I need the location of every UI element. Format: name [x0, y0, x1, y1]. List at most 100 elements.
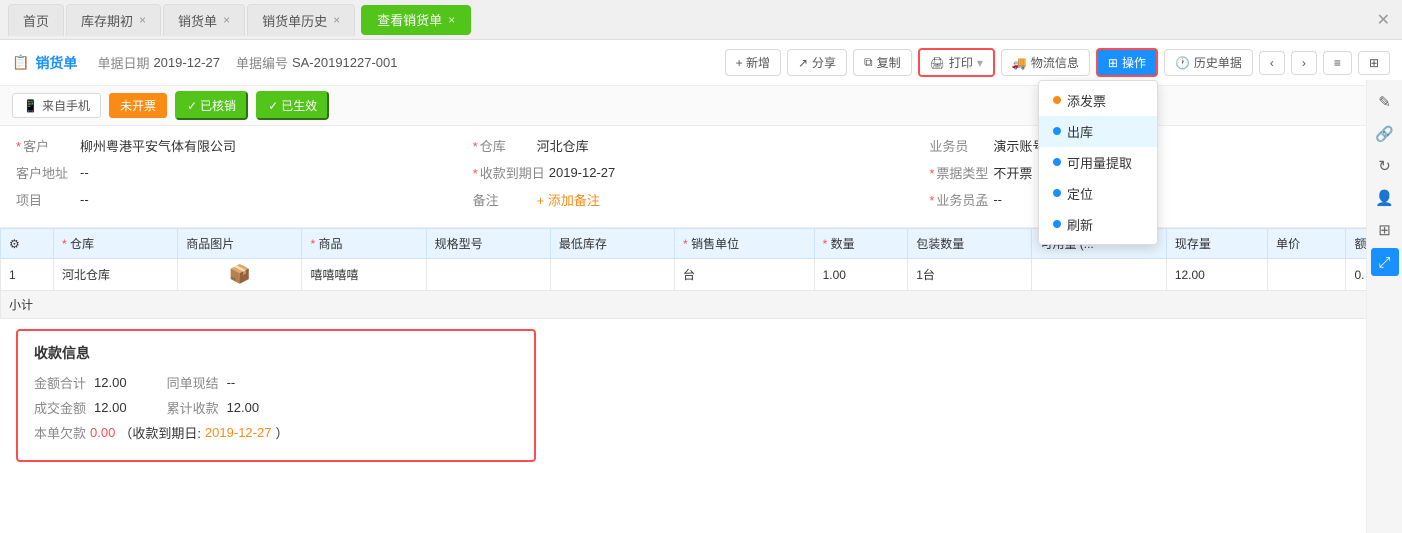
balance-label: 本单欠款 [34, 423, 86, 442]
not-open-button[interactable]: 未开票 [109, 93, 167, 118]
payment-info-box: 收款信息 金额合计 12.00 同单现结 -- 成交金额 12.00 累计收款 [16, 329, 536, 462]
col-gear: ⚙ [1, 229, 54, 259]
user-icon: 👤 [1375, 189, 1394, 207]
new-button[interactable]: + 新增 [725, 49, 781, 76]
nav-prev-button[interactable]: ‹ [1259, 51, 1285, 75]
locate-label: 定位 [1067, 184, 1093, 203]
doc-header: 📋 销货单 单据日期 2019-12-27 单据编号 SA-20191227-0… [0, 40, 1402, 86]
dropdown-out-stock[interactable]: 出库 [1039, 116, 1157, 147]
share-label: 分享 [812, 54, 836, 71]
confirm-icon: ✓ [187, 99, 197, 113]
address-label: 客户地址 [16, 163, 76, 182]
row-min-stock [550, 259, 674, 291]
copy-icon: ⧉ [864, 55, 873, 70]
total-amount-label: 金额合计 [34, 373, 86, 392]
payment-date-label: 收款到期日 [473, 163, 545, 182]
table-icon-btn[interactable]: ⊞ [1371, 216, 1399, 244]
operations-wrapper: ⊞ 操作 添发票 出库 [1096, 48, 1158, 77]
subtotal-row: 小计 [1, 291, 1402, 319]
not-open-label: 未开票 [120, 97, 156, 114]
mobile-icon: 📱 [23, 99, 38, 113]
tab-view-sales-close[interactable]: × [448, 13, 455, 27]
share-button[interactable]: ↗ 分享 [787, 49, 847, 76]
out-stock-label: 出库 [1067, 122, 1093, 141]
print-button[interactable]: 🖨 打印 ▾ [918, 48, 995, 77]
col-min-stock: 最低库存 [550, 229, 674, 259]
tab-inventory-init-label: 库存期初 [81, 11, 133, 30]
payment-row-3: 本单欠款 0.00 （收款到期日: 2019-12-27 ） [34, 423, 518, 442]
same-order-value: -- [227, 375, 236, 390]
edit-icon-btn[interactable]: ✎ [1371, 88, 1399, 116]
refresh-icon-btn[interactable]: ↻ [1371, 152, 1399, 180]
view-list-button[interactable]: ≡ [1323, 51, 1352, 75]
from-mobile-button[interactable]: 📱 来自手机 [12, 93, 101, 118]
cumulative-payment-field: 累计收款 12.00 [167, 398, 260, 417]
locate-dot [1053, 189, 1061, 197]
row-spec [426, 259, 550, 291]
logistics-button[interactable]: 🚚 物流信息 [1001, 49, 1090, 76]
col-sales-unit: 销售单位 [675, 229, 815, 259]
doc-number-value: SA-20191227-001 [292, 55, 398, 70]
project-value: -- [80, 192, 89, 207]
effective-button[interactable]: ✓ 已生效 [256, 91, 329, 120]
dropdown-refresh[interactable]: 刷新 [1039, 209, 1157, 240]
customer-value: 柳州粤港平安气体有限公司 [80, 136, 236, 155]
tab-inventory-init-close[interactable]: × [139, 13, 146, 27]
operations-dropdown: 添发票 出库 可用量提取 定位 [1038, 80, 1158, 245]
col-product: 商品 [302, 229, 426, 259]
balance-date: 2019-12-27 [205, 425, 272, 440]
dropdown-add-invoice[interactable]: 添发票 [1039, 85, 1157, 116]
tab-sales-history-close[interactable]: × [333, 13, 340, 27]
link-icon: 🔗 [1375, 125, 1394, 143]
confirm-button[interactable]: ✓ 已核销 [175, 91, 248, 120]
gear-icon: ⚙ [9, 237, 20, 251]
nav-next-button[interactable]: › [1291, 51, 1317, 75]
payment-row-1: 金额合计 12.00 同单现结 -- [34, 373, 518, 392]
history-button[interactable]: 🕐 历史单据 [1164, 49, 1253, 76]
col-warehouse: 仓库 [54, 229, 178, 259]
dropdown-available-qty[interactable]: 可用量提取 [1039, 147, 1157, 178]
same-order-field: 同单现结 -- [167, 373, 236, 392]
doc-date-value: 2019-12-27 [153, 55, 220, 70]
balance-note: （收款到期日: [119, 423, 201, 442]
copy-button[interactable]: ⧉ 复制 [853, 49, 912, 76]
available-qty-label: 可用量提取 [1067, 153, 1132, 172]
same-order-label: 同单现结 [167, 373, 219, 392]
tab-inventory-init[interactable]: 库存期初 × [66, 4, 161, 36]
add-invoice-label: 添发票 [1067, 91, 1106, 110]
refresh-dot [1053, 220, 1061, 228]
doc-date-label: 单据日期 [97, 53, 149, 72]
dropdown-locate[interactable]: 定位 [1039, 178, 1157, 209]
col-product-img: 商品图片 [178, 229, 302, 259]
operations-button[interactable]: ⊞ 操作 [1096, 48, 1158, 77]
warehouse-value: 河北仓库 [537, 136, 589, 155]
user-icon-btn[interactable]: 👤 [1371, 184, 1399, 212]
expand-icon-btn[interactable]: ⤢ [1371, 248, 1399, 276]
view-grid-button[interactable]: ⊞ [1358, 51, 1390, 75]
available-qty-dot [1053, 158, 1061, 166]
tab-home-label: 首页 [23, 11, 49, 30]
row-pack-qty: 1台 [908, 259, 1032, 291]
tab-view-sales[interactable]: 查看销货单 × [361, 5, 471, 35]
project-field: 项目 -- [16, 190, 473, 209]
tab-home[interactable]: 首页 [8, 4, 64, 36]
total-amount-field: 金额合计 12.00 [34, 373, 127, 392]
note-add-button[interactable]: + 添加备注 [537, 190, 600, 209]
tab-sales-history[interactable]: 销货单历史 × [247, 4, 355, 36]
table-row: 1 河北仓库 📦 嘻嘻嘻嘻 台 1.00 1台 12.00 [1, 259, 1402, 291]
out-stock-dot [1053, 127, 1061, 135]
customer-field: 客户 柳州粤港平安气体有限公司 [16, 136, 473, 155]
tab-sales-order[interactable]: 销货单 × [163, 4, 245, 36]
payment-title: 收款信息 [34, 343, 518, 363]
link-icon-btn[interactable]: 🔗 [1371, 120, 1399, 148]
form-row-3: 项目 -- 备注 + 添加备注 业务员孟 -- [16, 190, 1386, 209]
tab-sales-order-close[interactable]: × [223, 13, 230, 27]
expand-icon: ⤢ [1378, 254, 1390, 271]
subtotal-label: 小计 [1, 291, 1402, 319]
table-header-row: ⚙ 仓库 商品图片 商品 规格型号 最低库存 销售单位 数量 包装数量 可用量 … [1, 229, 1402, 259]
window-close-button[interactable]: ✕ [1377, 10, 1390, 30]
table-icon: ⊞ [1378, 221, 1391, 239]
form-row-1: 客户 柳州粤港平安气体有限公司 仓库 河北仓库 业务员 演示账号 [16, 136, 1386, 155]
doc-title: 销货单 [35, 53, 77, 73]
balance-value: 0.00 [90, 425, 115, 440]
